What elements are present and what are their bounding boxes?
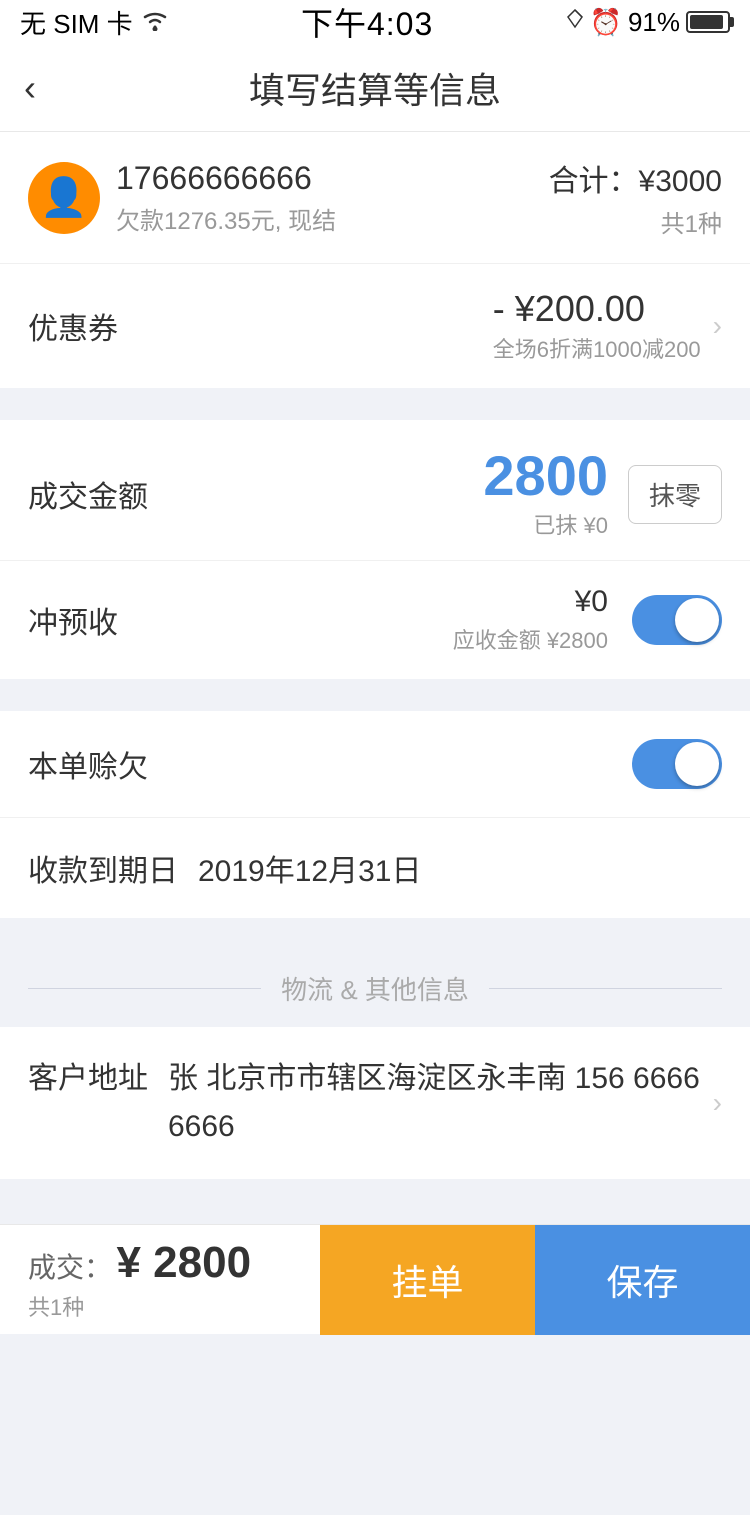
wifi-icon: [141, 7, 169, 38]
user-info-row: 👤 17666666666 欠款1276.35元, 现结 合计：¥3000 共1…: [0, 132, 750, 263]
status-right: ⏰ 91%: [566, 7, 730, 38]
deal-amount: 2800: [483, 448, 608, 504]
divider-line-right: [489, 988, 722, 989]
due-date-row: 收款到期日 2019年12月31日: [0, 817, 750, 918]
bottom-amount: ¥ 2800: [116, 1238, 251, 1287]
debt-row: 本单赊欠: [0, 711, 750, 817]
charge-sub: 应收金额 ¥2800: [453, 623, 608, 655]
bottom-deal-label: 成交：: [28, 1252, 112, 1283]
status-time: 下午4:03: [301, 0, 433, 45]
coupon-arrow-icon: ›: [713, 310, 722, 342]
status-bar: 无 SIM 卡 下午4:03 ⏰ 91%: [0, 0, 750, 44]
address-label: 客户地址: [28, 1055, 148, 1103]
battery-percent: 91%: [628, 7, 680, 38]
due-label: 收款到期日: [28, 846, 178, 890]
charge-row: 冲预收 ¥0 应收金额 ¥2800: [0, 561, 750, 679]
gray-divider: [0, 404, 750, 420]
divider-line-left: [28, 988, 261, 989]
logistics-label: 物流 & 其他信息: [281, 970, 469, 1007]
charge-toggle[interactable]: [632, 595, 722, 645]
round-zero-button[interactable]: 抹零: [628, 465, 722, 524]
coupon-sub: 全场6折满1000减200: [493, 332, 701, 364]
debt-label: 本单赊欠: [28, 742, 148, 786]
address-arrow-icon: ›: [713, 1087, 722, 1119]
no-sim-text: 无 SIM 卡: [20, 4, 133, 41]
coupon-row[interactable]: 优惠券 - ¥200.00 全场6折满1000减200 ›: [0, 263, 750, 388]
due-date: 2019年12月31日: [198, 846, 421, 890]
gray-divider-3: [0, 934, 750, 950]
avatar-person-icon: 👤: [40, 176, 87, 220]
nav-bar: ‹ 填写结算等信息: [0, 44, 750, 132]
logistics-section: 物流 & 其他信息: [0, 950, 750, 1027]
debt-toggle-knob: [675, 742, 719, 786]
toggle-knob: [675, 598, 719, 642]
status-left: 无 SIM 卡: [20, 4, 169, 41]
bottom-count: 共1种: [28, 1290, 292, 1322]
battery-icon: [686, 11, 730, 33]
coupon-discount: - ¥200.00: [493, 288, 701, 330]
address-content: 张 北京市市辖区海淀区永丰南 156 6666 6666: [168, 1055, 705, 1151]
alarm-icon: ⏰: [590, 7, 622, 38]
gray-divider-2: [0, 695, 750, 711]
charge-label: 冲预收: [28, 598, 118, 642]
page-title: 填写结算等信息: [249, 62, 501, 114]
save-button[interactable]: 保存: [535, 1225, 750, 1335]
address-row[interactable]: 客户地址 张 北京市市辖区海淀区永丰南 156 6666 6666 ›: [0, 1027, 750, 1179]
avatar: 👤: [28, 162, 100, 234]
location-icon: [566, 7, 584, 38]
charge-amount: ¥0: [453, 585, 608, 619]
deal-label: 成交金额: [28, 472, 148, 516]
user-phone: 17666666666: [116, 160, 336, 197]
hang-button[interactable]: 挂单: [320, 1225, 535, 1335]
debt-toggle[interactable]: [632, 739, 722, 789]
back-button[interactable]: ‹: [24, 67, 36, 109]
coupon-label: 优惠券: [28, 304, 118, 348]
user-sub-text: 欠款1276.35元, 现结: [116, 201, 336, 236]
bottom-summary: 成交： ¥ 2800 共1种: [0, 1238, 320, 1322]
deal-sub: 已抹 ¥0: [483, 508, 608, 540]
bottom-bar: 成交： ¥ 2800 共1种 挂单 保存: [0, 1224, 750, 1334]
user-count: 共1种: [549, 204, 722, 239]
user-total: 合计：¥3000: [549, 156, 722, 200]
deal-amount-row: 成交金额 2800 已抹 ¥0 抹零: [0, 420, 750, 561]
